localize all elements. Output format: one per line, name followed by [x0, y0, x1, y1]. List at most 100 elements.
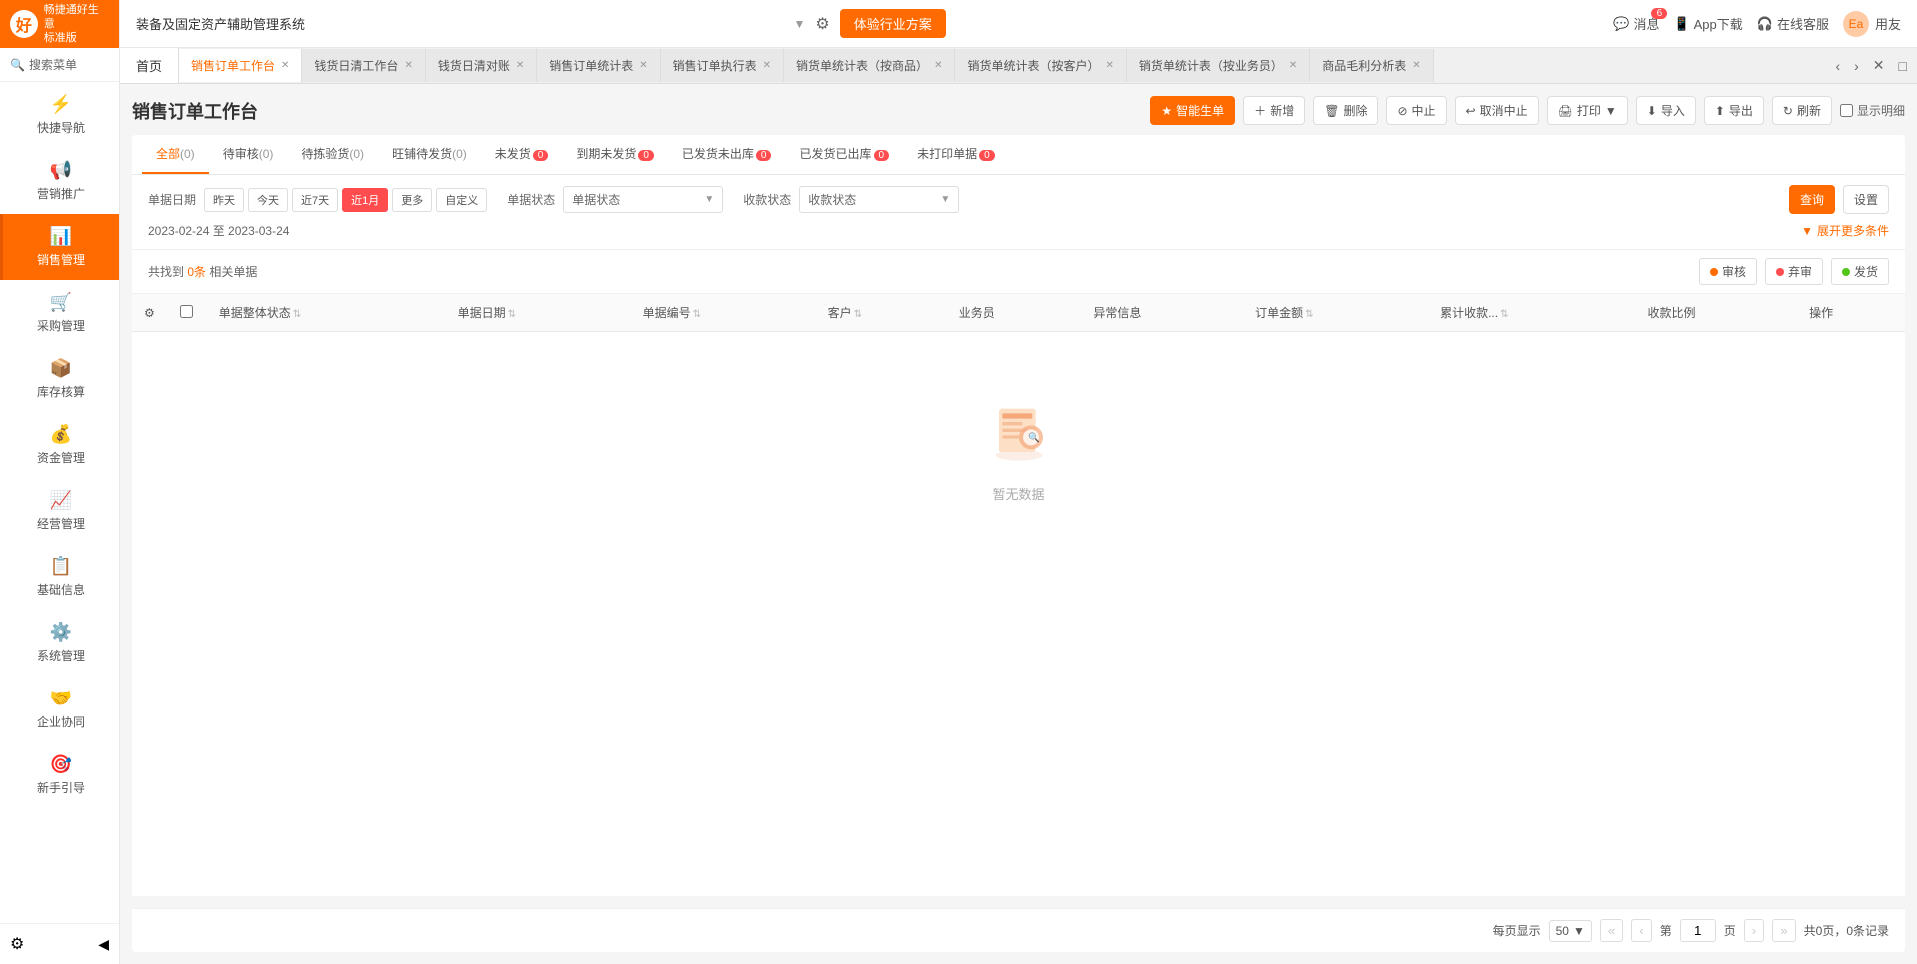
- export-btn[interactable]: ⬆ 导出: [1704, 96, 1764, 125]
- sidebar-item-guide[interactable]: 🎯 新手引导: [0, 742, 119, 808]
- date-btn-custom[interactable]: 自定义: [436, 188, 487, 212]
- settings-icon[interactable]: ⚙: [10, 934, 24, 954]
- sidebar-item-nav[interactable]: ⚡ 快捷导航: [0, 82, 119, 148]
- sub-tab-pending-inspect[interactable]: 待拣验货(0): [287, 135, 378, 174]
- sidebar-item-system[interactable]: ⚙️ 系统管理: [0, 610, 119, 676]
- th-abnormal: 异常信息: [1081, 294, 1243, 332]
- tab-cargo-stats-staff[interactable]: 销货单统计表（按业务员） ✕: [1127, 49, 1310, 82]
- date-btn-today[interactable]: 今天: [248, 188, 288, 212]
- tab-close-cash-daily[interactable]: ✕: [404, 60, 412, 71]
- user-area[interactable]: Ea 用友: [1843, 11, 1901, 37]
- show-detail-label[interactable]: 显示明细: [1840, 102, 1905, 119]
- show-detail-checkbox[interactable]: [1840, 104, 1853, 117]
- tab-close-sales-workbench[interactable]: ✕: [281, 60, 289, 71]
- refresh-icon: ↻: [1783, 104, 1793, 118]
- topbar-settings-icon[interactable]: ⚙: [815, 14, 829, 34]
- sidebar-item-marketing[interactable]: 📢 营销推广: [0, 148, 119, 214]
- next-page-btn[interactable]: ›: [1744, 919, 1764, 942]
- online-service-area[interactable]: 🎧 在线客服: [1757, 14, 1829, 33]
- delete-btn[interactable]: 🗑 删除: [1313, 96, 1378, 125]
- sub-tab-overdue-unshipped[interactable]: 到期未发货0: [562, 135, 668, 174]
- th-checkbox[interactable]: [167, 294, 207, 332]
- th-amount[interactable]: 订单金额⇅: [1243, 294, 1428, 332]
- sub-tab-shipped-out[interactable]: 已发货已出库0: [785, 135, 903, 174]
- tab-cargo-stats-customer[interactable]: 销货单统计表（按客户） ✕: [955, 49, 1126, 82]
- ship-btn[interactable]: 发货: [1831, 258, 1889, 285]
- date-btn-yesterday[interactable]: 昨天: [204, 188, 244, 212]
- tab-product-margin[interactable]: 商品毛利分析表 ✕: [1310, 49, 1433, 82]
- tab-scroll-right[interactable]: ›: [1848, 54, 1865, 78]
- th-action: 操作: [1797, 294, 1905, 332]
- new-btn[interactable]: ＋ 新增: [1243, 96, 1305, 125]
- solution-btn[interactable]: 体验行业方案: [840, 9, 946, 38]
- payment-filter-select[interactable]: 收款状态 ▼: [799, 186, 959, 213]
- refresh-btn[interactable]: ↻ 刷新: [1772, 96, 1832, 125]
- query-btn[interactable]: 查询: [1789, 185, 1835, 214]
- sidebar-item-finance[interactable]: 💰 资金管理: [0, 412, 119, 478]
- tab-cash-reconcile[interactable]: 钱货日清对账 ✕: [426, 49, 537, 82]
- summary-actions: 审核 弃审 发货: [1699, 258, 1889, 285]
- tab-close-cargo-stats-customer[interactable]: ✕: [1105, 60, 1113, 71]
- tab-home[interactable]: 首页: [120, 48, 179, 83]
- tab-expand[interactable]: □: [1893, 54, 1913, 78]
- import-btn[interactable]: ⬇ 导入: [1636, 96, 1696, 125]
- th-config[interactable]: ⚙: [132, 294, 167, 332]
- topbar-dropdown-icon[interactable]: ▼: [794, 17, 806, 31]
- data-table: ⚙ 单据整体状态⇅ 单据日期⇅ 单据编号⇅ 客户⇅ 业务员 异常信息 订单金额⇅…: [132, 294, 1905, 332]
- print-btn[interactable]: 🖨 打印 ▼: [1547, 96, 1628, 125]
- sub-tab-pending-review[interactable]: 待审核(0): [209, 135, 288, 174]
- status-filter-select[interactable]: 单据状态 ▼: [563, 186, 723, 213]
- page-size-select[interactable]: 50 ▼: [1549, 920, 1592, 942]
- tab-close-cash-reconcile[interactable]: ✕: [516, 60, 524, 71]
- select-all-checkbox[interactable]: [180, 305, 193, 318]
- sub-tab-shipped-not-out[interactable]: 已发货未出库0: [668, 135, 786, 174]
- last-page-btn[interactable]: »: [1772, 919, 1795, 942]
- tab-close-sales-stats[interactable]: ✕: [639, 60, 647, 71]
- th-collected[interactable]: 累计收款...⇅: [1428, 294, 1635, 332]
- expand-filter-btn[interactable]: ▼ 展开更多条件: [1801, 222, 1889, 239]
- th-date[interactable]: 单据日期⇅: [446, 294, 631, 332]
- th-no[interactable]: 单据编号⇅: [631, 294, 816, 332]
- import-icon: ⬇: [1647, 104, 1657, 118]
- sub-tab-wangpu[interactable]: 旺铺待发货(0): [378, 135, 481, 174]
- prev-page-btn[interactable]: ‹: [1631, 919, 1651, 942]
- th-staff[interactable]: 业务员: [947, 294, 1082, 332]
- sidebar-item-basic[interactable]: 📋 基础信息: [0, 544, 119, 610]
- smart-create-btn[interactable]: ★ 智能生单: [1150, 96, 1235, 125]
- collapse-icon[interactable]: ◀: [98, 936, 109, 953]
- bottom-scrollbar[interactable]: [132, 896, 1905, 908]
- sidebar-search[interactable]: 🔍 搜索菜单: [0, 48, 119, 82]
- tab-close-sales-exec[interactable]: ✕: [763, 60, 771, 71]
- th-customer[interactable]: 客户⇅: [816, 294, 947, 332]
- sub-tab-unprinted[interactable]: 未打印单据0: [903, 135, 1009, 174]
- sidebar-item-inventory[interactable]: 📦 库存核算: [0, 346, 119, 412]
- app-download-area[interactable]: 📱 App下载: [1673, 14, 1742, 33]
- sub-tab-all[interactable]: 全部(0): [142, 135, 209, 174]
- page-number-input[interactable]: [1680, 919, 1716, 942]
- tab-close-cargo-stats-staff[interactable]: ✕: [1289, 60, 1297, 71]
- date-btn-more[interactable]: 更多: [392, 188, 432, 212]
- tab-sales-workbench[interactable]: 销售订单工作台 ✕: [179, 49, 302, 82]
- tab-scroll-left[interactable]: ‹: [1829, 54, 1846, 78]
- tab-close-all[interactable]: ✕: [1867, 53, 1891, 78]
- review-btn[interactable]: 审核: [1699, 258, 1757, 285]
- tab-sales-exec[interactable]: 销售订单执行表 ✕: [661, 49, 784, 82]
- settings-filter-btn[interactable]: 设置: [1843, 185, 1889, 214]
- date-btn-1month[interactable]: 近1月: [342, 188, 388, 212]
- sub-tab-unshipped[interactable]: 未发货0: [481, 135, 563, 174]
- tab-sales-stats[interactable]: 销售订单统计表 ✕: [537, 49, 660, 82]
- sidebar-item-sales[interactable]: 📊 销售管理: [0, 214, 119, 280]
- first-page-btn[interactable]: «: [1600, 919, 1623, 942]
- tab-close-product-margin[interactable]: ✕: [1412, 60, 1420, 71]
- tab-close-cargo-stats-product[interactable]: ✕: [934, 60, 942, 71]
- sidebar-item-collab[interactable]: 🤝 企业协同: [0, 676, 119, 742]
- cancel-pause-btn[interactable]: ↩ 取消中止: [1455, 96, 1539, 125]
- sidebar-item-operation[interactable]: 📈 经营管理: [0, 478, 119, 544]
- date-btn-7days[interactable]: 近7天: [292, 188, 338, 212]
- tab-cargo-stats-product[interactable]: 销货单统计表（按商品） ✕: [784, 49, 955, 82]
- cancel-review-btn[interactable]: 弃审: [1765, 258, 1823, 285]
- pause-btn[interactable]: ⊘ 中止: [1386, 96, 1446, 125]
- message-icon-area[interactable]: 💬 6 消息: [1613, 14, 1659, 33]
- tab-cash-daily[interactable]: 钱货日清工作台 ✕: [302, 49, 425, 82]
- sidebar-item-purchase[interactable]: 🛒 采购管理: [0, 280, 119, 346]
